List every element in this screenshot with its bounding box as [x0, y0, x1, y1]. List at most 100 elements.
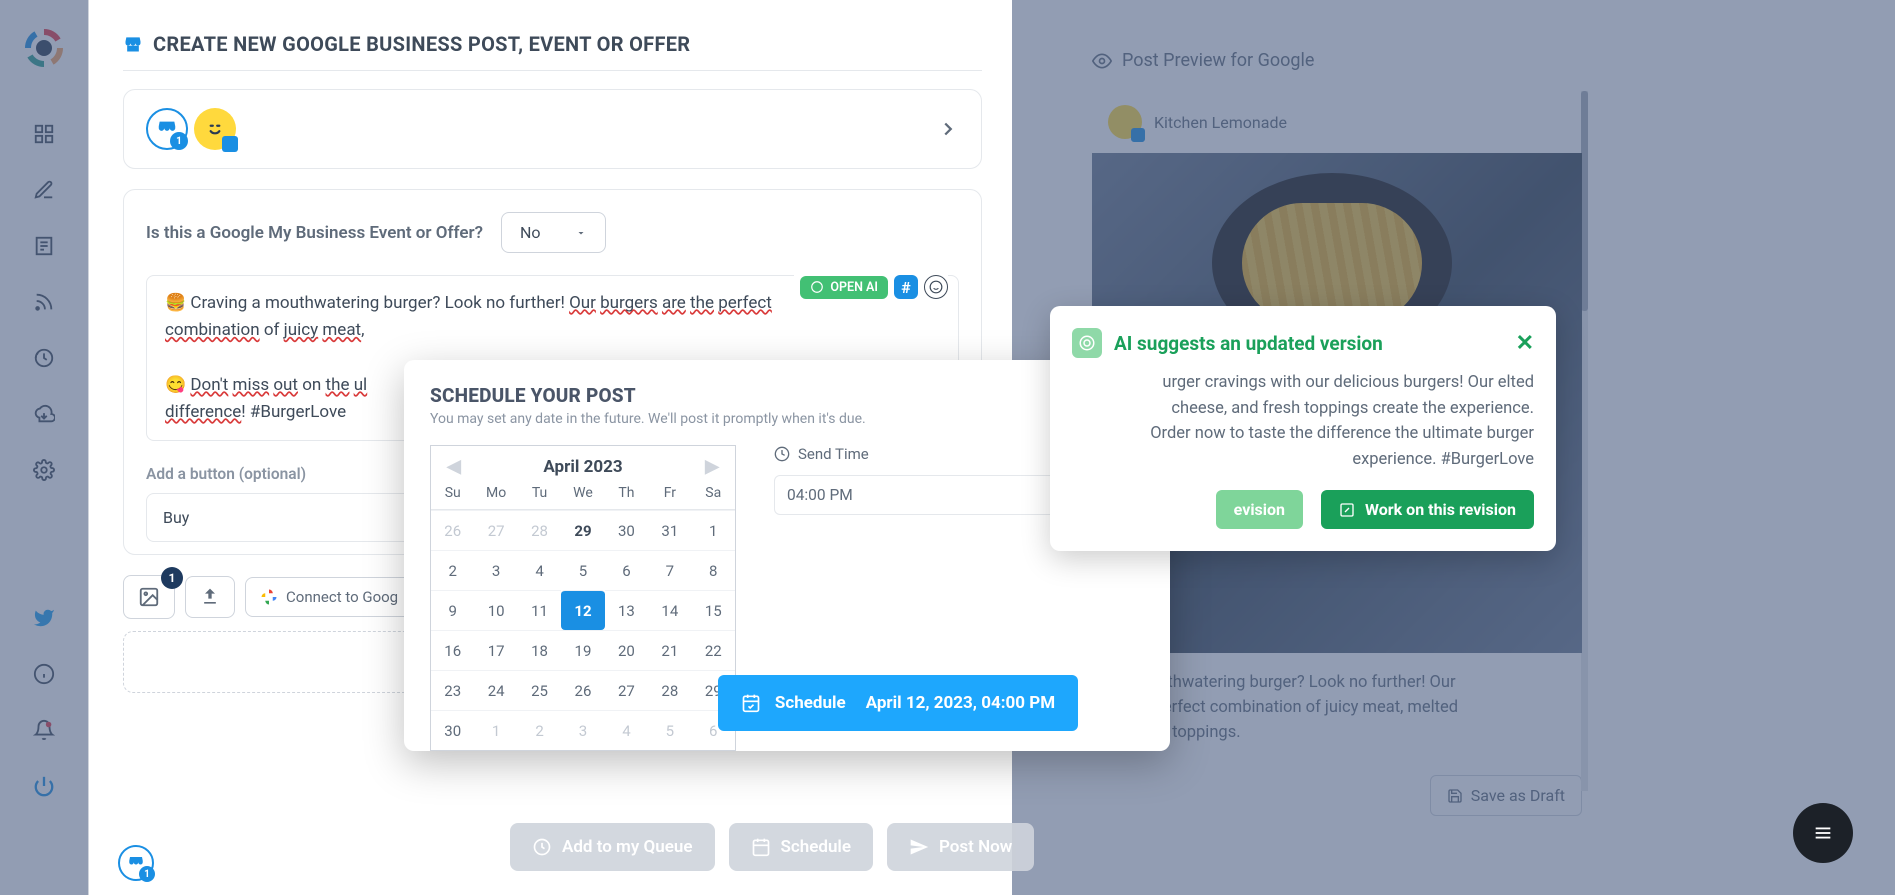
calendar-check-icon: [741, 693, 761, 713]
calendar-day[interactable]: 27: [605, 670, 648, 710]
preview-title: Post Preview for Google: [1122, 50, 1314, 71]
calendar-day[interactable]: 4: [605, 710, 648, 750]
calendar-day[interactable]: 2: [518, 710, 561, 750]
save-draft-button[interactable]: Save as Draft: [1430, 775, 1582, 816]
calendar-dow: Th: [605, 485, 648, 501]
add-to-queue-button[interactable]: Add to my Queue: [510, 823, 715, 871]
calendar-day[interactable]: 28: [518, 510, 561, 550]
calendar-day[interactable]: 28: [648, 670, 691, 710]
nav-settings[interactable]: [22, 448, 66, 492]
calendar-day[interactable]: 1: [474, 710, 517, 750]
calendar-day[interactable]: 2: [431, 550, 474, 590]
schedule-modal-subtitle: You may set any date in the future. We'l…: [430, 411, 1144, 427]
calendar-day[interactable]: 8: [692, 550, 735, 590]
calendar-day[interactable]: 6: [605, 550, 648, 590]
calendar-prev-button[interactable]: ◀: [439, 456, 469, 477]
clock-icon: [774, 446, 790, 462]
schedule-modal-title: SCHEDULE YOUR POST: [430, 384, 1144, 407]
edit-frame-icon: [1339, 502, 1355, 518]
calendar-day[interactable]: 17: [474, 630, 517, 670]
calendar-day[interactable]: 5: [561, 550, 604, 590]
nav-notifications[interactable]: [22, 708, 66, 752]
calendar-day[interactable]: 4: [518, 550, 561, 590]
calendar-day[interactable]: 18: [518, 630, 561, 670]
post-now-button[interactable]: Post Now: [887, 823, 1034, 871]
google-mini-badge: [222, 136, 238, 152]
preview-scrollbar[interactable]: [1581, 91, 1588, 791]
preview-avatar: [1108, 105, 1142, 139]
calendar-day[interactable]: 16: [431, 630, 474, 670]
nav-history[interactable]: [22, 336, 66, 380]
calendar-day[interactable]: 30: [431, 710, 474, 750]
media-image-button[interactable]: 1: [123, 575, 175, 619]
calendar-day[interactable]: 9: [431, 590, 474, 630]
nav-info[interactable]: [22, 652, 66, 696]
schedule-button[interactable]: Schedule: [729, 823, 874, 871]
ai-suggestion-text: urger cravings with our delicious burger…: [1072, 370, 1534, 472]
help-fab-button[interactable]: [1793, 803, 1853, 863]
ai-suggestion-modal: AI suggests an updated version ✕ urger c…: [1050, 306, 1556, 551]
calendar-day[interactable]: 15: [692, 590, 735, 630]
nav-twitter[interactable]: [22, 596, 66, 640]
calendar-day[interactable]: 19: [561, 630, 604, 670]
chevron-down-icon: [575, 227, 587, 239]
calendar-day[interactable]: 31: [648, 510, 691, 550]
media-upload-button[interactable]: [185, 576, 235, 618]
hashtag-button[interactable]: #: [894, 275, 918, 299]
calendar-month-label: April 2023: [543, 457, 622, 477]
calendar: ◀ April 2023 ▶ SuMoTuWeThFrSa 2627282930…: [430, 445, 736, 751]
send-time-label: Send Time: [798, 445, 869, 463]
schedule-confirm-button[interactable]: Schedule April 12, 2023, 04:00 PM: [718, 675, 1078, 731]
calendar-day[interactable]: 22: [692, 630, 735, 670]
event-offer-select[interactable]: No: [501, 212, 606, 253]
ai-modal-title: AI suggests an updated version: [1114, 332, 1504, 355]
nav-compose[interactable]: [22, 168, 66, 212]
nav-dashboard[interactable]: [22, 112, 66, 156]
calendar-day[interactable]: 11: [518, 590, 561, 630]
ai-revision-button[interactable]: evision: [1216, 490, 1303, 529]
send-icon: [909, 837, 929, 857]
nav-download[interactable]: [22, 392, 66, 436]
calendar-day[interactable]: 10: [474, 590, 517, 630]
event-offer-label: Is this a Google My Business Event or Of…: [146, 223, 483, 243]
calendar-day[interactable]: 1: [692, 510, 735, 550]
bottom-account-chip[interactable]: 1: [118, 845, 154, 881]
connect-google-photos-button[interactable]: Connect to Goog: [245, 577, 413, 617]
calendar-day[interactable]: 20: [605, 630, 648, 670]
calendar-day[interactable]: 30: [605, 510, 648, 550]
calendar-day[interactable]: 26: [431, 510, 474, 550]
nav-feed[interactable]: [22, 280, 66, 324]
calendar-day[interactable]: 23: [431, 670, 474, 710]
post-actions-row: Add to my Queue Schedule Post Now: [510, 823, 1034, 871]
openai-icon: [810, 280, 824, 294]
calendar-day[interactable]: 25: [518, 670, 561, 710]
calendar-day[interactable]: 12: [561, 590, 604, 630]
calendar-day[interactable]: 14: [648, 590, 691, 630]
calendar-day[interactable]: 29: [561, 510, 604, 550]
account-selector-card[interactable]: 1: [123, 89, 982, 169]
calendar-day[interactable]: 24: [474, 670, 517, 710]
save-icon: [1447, 788, 1463, 804]
calendar-day[interactable]: 7: [648, 550, 691, 590]
ai-close-button[interactable]: ✕: [1516, 331, 1534, 356]
calendar-day[interactable]: 3: [561, 710, 604, 750]
ai-work-on-revision-button[interactable]: Work on this revision: [1321, 490, 1534, 529]
nav-power[interactable]: [22, 764, 66, 808]
calendar-dow: Mo: [474, 485, 517, 501]
calendar-day[interactable]: 13: [605, 590, 648, 630]
calendar-day[interactable]: 5: [648, 710, 691, 750]
preview-account-name: Kitchen Lemonade: [1154, 113, 1287, 132]
calendar-day[interactable]: 26: [561, 670, 604, 710]
open-ai-button[interactable]: OPEN AI: [800, 276, 888, 299]
avatar-store: 1: [146, 108, 188, 150]
emoji-button[interactable]: [924, 275, 948, 299]
calendar-day[interactable]: 27: [474, 510, 517, 550]
google-photos-icon: [260, 588, 278, 606]
calendar-day[interactable]: 3: [474, 550, 517, 590]
ai-badge-icon: [1072, 328, 1102, 358]
calendar-next-button[interactable]: ▶: [697, 456, 727, 477]
page-title: CREATE NEW GOOGLE BUSINESS POST, EVENT O…: [153, 32, 690, 56]
calendar-dow: Tu: [518, 485, 561, 501]
nav-posts[interactable]: [22, 224, 66, 268]
calendar-day[interactable]: 21: [648, 630, 691, 670]
